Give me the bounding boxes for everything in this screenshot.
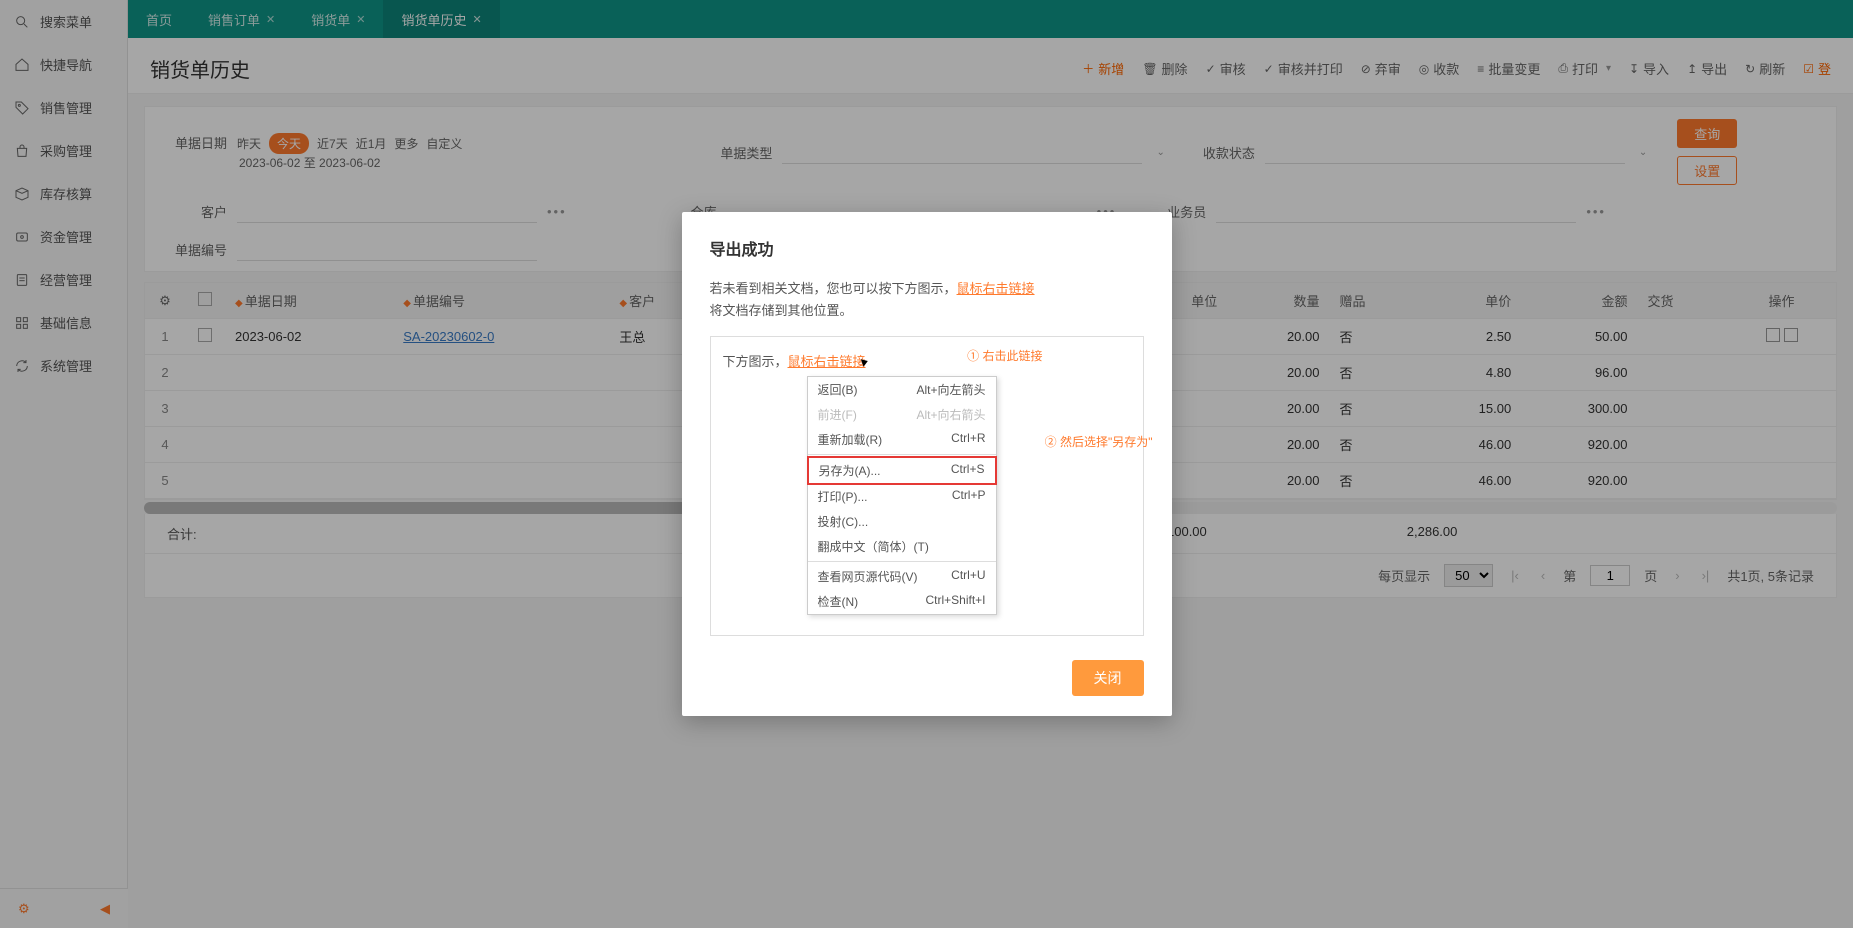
modal-title: 导出成功 <box>710 236 1144 260</box>
annotation-2: ② 然后选择"另存为" <box>1045 433 1153 450</box>
illus-link: 鼠标右击链接 <box>788 354 866 369</box>
context-menu-item: 检查(N)Ctrl+Shift+I <box>808 589 996 614</box>
context-menu-item: 投射(C)... <box>808 509 996 534</box>
instruction-image: ① 右击此链接 下方图示，鼠标右击链接 返回(B)Alt+向左箭头前进(F)Al… <box>710 336 1144 636</box>
annotation-1: ① 右击此链接 <box>967 347 1042 364</box>
context-menu-item: 返回(B)Alt+向左箭头 <box>808 377 996 402</box>
export-success-modal: 导出成功 若未看到相关文档，您也可以按下方图示，鼠标右击链接 将文档存储到其他位… <box>682 212 1172 716</box>
context-menu-illustration: 返回(B)Alt+向左箭头前进(F)Alt+向右箭头重新加载(R)Ctrl+R 另… <box>807 376 997 615</box>
modal-overlay[interactable]: 导出成功 若未看到相关文档，您也可以按下方图示，鼠标右击链接 将文档存储到其他位… <box>0 0 1853 928</box>
context-menu-item: 翻成中文（简体）(T) <box>808 534 996 559</box>
illus-caption: 下方图示，鼠标右击链接 <box>723 351 1131 370</box>
context-menu-item: 打印(P)...Ctrl+P <box>808 484 996 509</box>
modal-text-2: 将文档存储到其他位置。 <box>710 300 1144 322</box>
modal-text: 若未看到相关文档，您也可以按下方图示，鼠标右击链接 <box>710 278 1144 300</box>
context-menu-item: 另存为(A)...Ctrl+S <box>807 456 997 485</box>
close-button[interactable]: 关闭 <box>1072 660 1144 696</box>
right-click-link[interactable]: 鼠标右击链接 <box>957 281 1035 296</box>
context-menu-item: 前进(F)Alt+向右箭头 <box>808 402 996 427</box>
context-menu-item: 重新加载(R)Ctrl+R <box>808 427 996 452</box>
context-menu-item: 查看网页源代码(V)Ctrl+U <box>808 564 996 589</box>
